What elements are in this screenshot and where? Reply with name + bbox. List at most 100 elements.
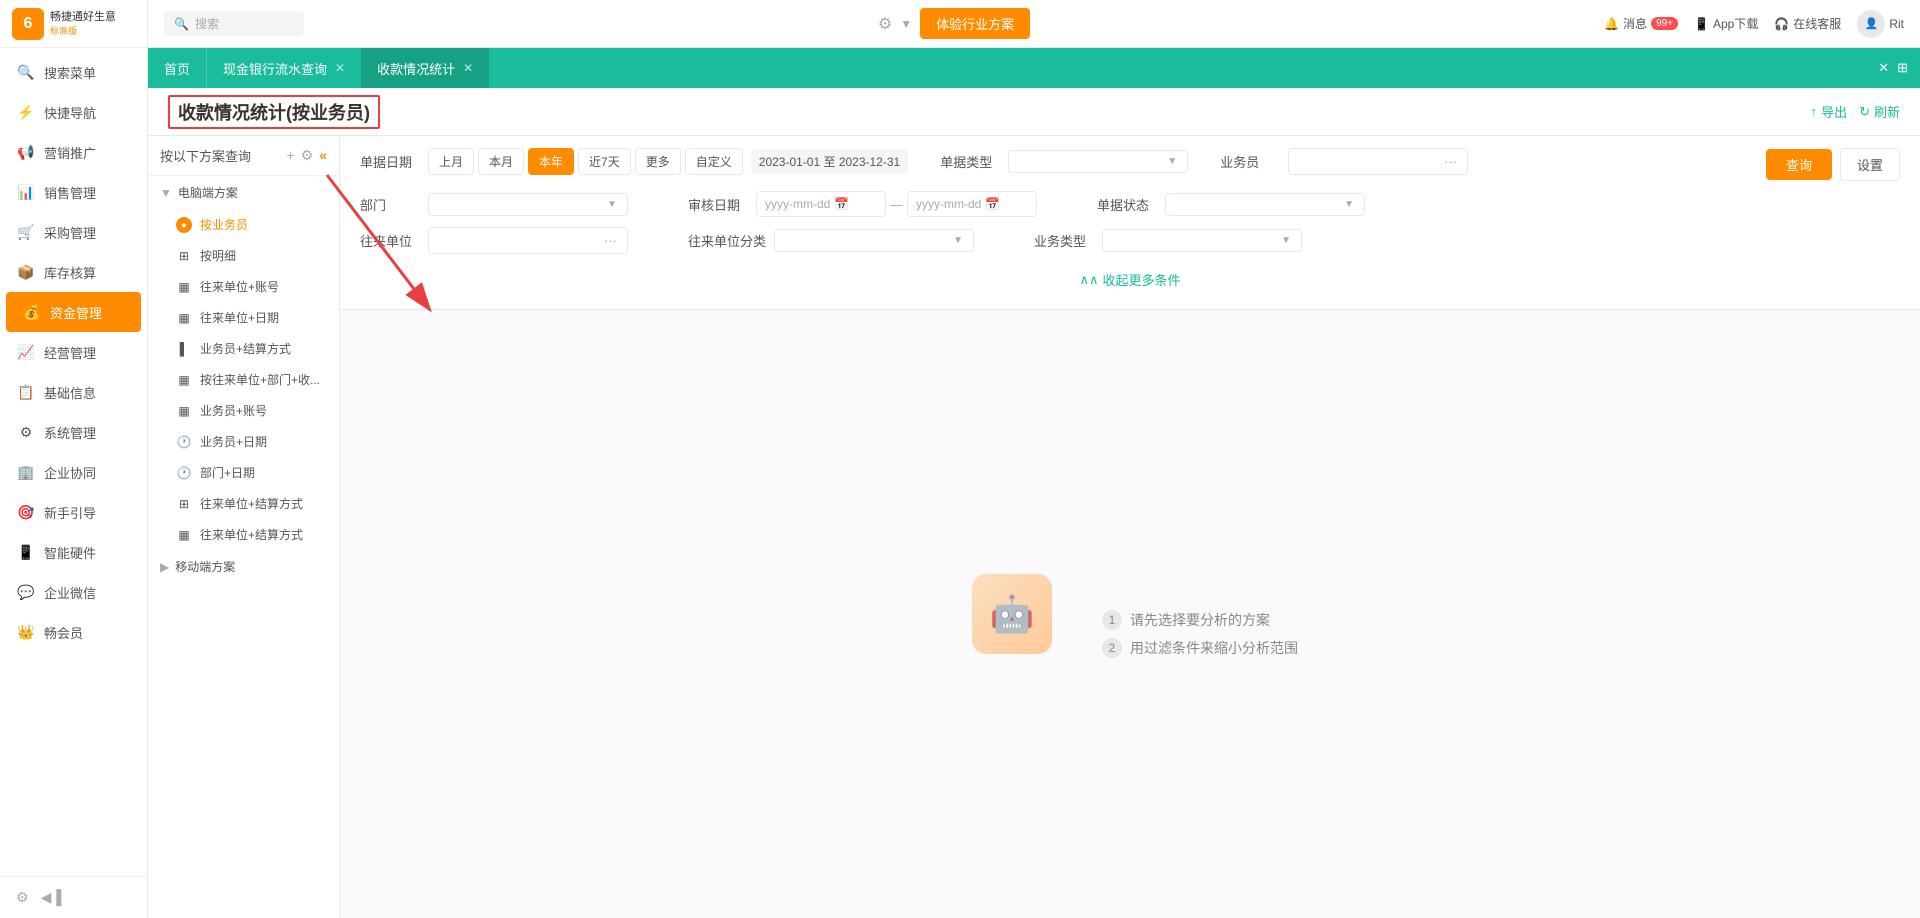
schema-item-partner-date[interactable]: ▦ 往来单位+日期	[148, 302, 339, 333]
schema-item-by-detail[interactable]: ⊞ 按明细	[148, 240, 339, 271]
date-btn-this-month[interactable]: 本月	[478, 148, 524, 175]
app-download-item[interactable]: 📱 App下载	[1694, 15, 1758, 32]
doc-status-label: 单据状态	[1097, 195, 1157, 214]
page-header: 收款情况统计(按业务员) ↑ 导出 ↻ 刷新	[148, 88, 1920, 136]
schema-item-by-salesperson[interactable]: ● 按业务员	[148, 209, 339, 240]
date-btn-custom[interactable]: 自定义	[685, 148, 743, 175]
schema-item-dept-date[interactable]: 🕐 部门+日期	[148, 457, 339, 488]
topbar-left: 🔍 搜索	[164, 11, 304, 36]
footer-settings-icon[interactable]: ⚙	[16, 889, 29, 906]
tab-bank[interactable]: 现金银行流水查询 ✕	[207, 48, 361, 88]
review-date-start[interactable]: yyyy-mm-dd 📅	[756, 191, 886, 217]
topbar-dropdown-icon[interactable]: ▼	[900, 17, 912, 31]
active-indicator: ●	[176, 217, 192, 233]
sidebar-item-wechat[interactable]: 💬 企业微信	[0, 572, 147, 612]
sidebar-item-hardware[interactable]: 📱 智能硬件	[0, 532, 147, 572]
app-download-label: App下载	[1713, 15, 1758, 32]
refresh-icon: ↻	[1859, 104, 1870, 120]
date-btn-7days[interactable]: 近7天	[578, 148, 631, 175]
empty-state-area: 🤖 1 请先选择要分析的方案 2 用过滤条件来缩小分析范围	[340, 310, 1920, 918]
schema-group-desktop-header[interactable]: ▼ 电脑端方案	[148, 176, 339, 209]
sidebar: 6 畅捷通好生意 标准版 🔍 搜索菜单 ⚡ 快捷导航 📢 营销推广 📊 销售管理…	[0, 0, 148, 918]
export-icon: ↑	[1811, 104, 1818, 119]
filter-area: 单据日期 上月 本月 本年 近7天 更多 自定义 2023-01-01 至 20…	[340, 136, 1920, 310]
tab-bank-close[interactable]: ✕	[335, 61, 345, 75]
tab-expand-icon[interactable]: ⊞	[1897, 60, 1908, 76]
add-schema-icon[interactable]: +	[286, 147, 294, 164]
schema-item-salesperson-account[interactable]: ▦ 业务员+账号	[148, 395, 339, 426]
trial-button[interactable]: 体验行业方案	[920, 8, 1030, 39]
tab-collection-close[interactable]: ✕	[463, 61, 473, 75]
review-date-end[interactable]: yyyy-mm-dd 📅	[907, 191, 1037, 217]
sidebar-item-enterprise[interactable]: 🏢 企业协同	[0, 452, 147, 492]
sidebar-item-marketing[interactable]: 📢 营销推广	[0, 132, 147, 172]
schema-item-partner-settle1[interactable]: ⊞ 往来单位+结算方式	[148, 488, 339, 519]
business-type-select[interactable]: ▼	[1102, 229, 1302, 252]
bell-icon: 🔔	[1604, 17, 1619, 31]
refresh-button[interactable]: ↻ 刷新	[1859, 102, 1900, 121]
date-btn-this-year[interactable]: 本年	[528, 148, 574, 175]
topbar-settings-icon[interactable]: ⚙	[878, 14, 892, 34]
sidebar-item-finance[interactable]: 💰 资金管理	[6, 292, 141, 332]
tabs-bar: 首页 现金银行流水查询 ✕ 收款情况统计 ✕ ✕ ⊞	[148, 48, 1920, 88]
sidebar-item-guide[interactable]: 🎯 新手引导	[0, 492, 147, 532]
review-date-group: yyyy-mm-dd 📅 — yyyy-mm-dd 📅	[756, 191, 1037, 217]
user-item[interactable]: 👤 Rit	[1857, 10, 1904, 38]
salesperson-select[interactable]: ···	[1288, 148, 1468, 175]
collapse-filters-button[interactable]: ∧∧ 收起更多条件	[1079, 262, 1180, 297]
sidebar-item-quicknav[interactable]: ⚡ 快捷导航	[0, 92, 147, 132]
sidebar-item-inventory[interactable]: 📦 库存核算	[0, 252, 147, 292]
business-type-chevron: ▼	[1281, 235, 1291, 246]
partner-select[interactable]: ···	[428, 227, 628, 254]
sidebar-item-operations[interactable]: 📈 经营管理	[0, 332, 147, 372]
partner-category-select[interactable]: ▼	[774, 229, 974, 252]
date-btn-last-month[interactable]: 上月	[428, 148, 474, 175]
sidebar-nav: 🔍 搜索菜单 ⚡ 快捷导航 📢 营销推广 📊 销售管理 🛒 采购管理 📦 库存核…	[0, 48, 147, 876]
query-button[interactable]: 查询	[1766, 149, 1832, 180]
main-area: 🔍 搜索 ⚙ ▼ 体验行业方案 🔔 消息 99+ 📱 App下载 🎧 在线客服	[148, 0, 1920, 918]
table-icon-4: ▦	[176, 403, 192, 419]
footer-collapse-icon[interactable]: ◀▐	[41, 889, 62, 906]
sidebar-item-sales[interactable]: 📊 销售管理	[0, 172, 147, 212]
settings-button[interactable]: 设置	[1840, 148, 1900, 181]
export-button[interactable]: ↑ 导出	[1811, 102, 1848, 121]
doc-type-label: 单据类型	[940, 152, 1000, 171]
salesperson-more-icon[interactable]: ···	[1444, 154, 1457, 169]
tab-collection[interactable]: 收款情况统计 ✕	[361, 48, 489, 88]
member-icon: 👑	[16, 622, 36, 642]
empty-tips: 1 请先选择要分析的方案 2 用过滤条件来缩小分析范围	[1102, 610, 1298, 658]
clock-icon-1: 🕐	[176, 434, 192, 450]
dept-select[interactable]: ▼	[428, 193, 628, 216]
left-panel: 按以下方案查询 + ⚙ « ▼ 电脑端方案 ● 按业务员	[148, 136, 340, 918]
doc-status-select[interactable]: ▼	[1165, 193, 1365, 216]
online-service-item[interactable]: 🎧 在线客服	[1774, 15, 1841, 32]
schema-settings-icon[interactable]: ⚙	[301, 147, 314, 164]
date-btn-more[interactable]: 更多	[635, 148, 681, 175]
sidebar-item-system[interactable]: ⚙ 系统管理	[0, 412, 147, 452]
schema-item-partner-settle2[interactable]: ▦ 往来单位+结算方式	[148, 519, 339, 550]
doc-type-select[interactable]: ▼	[1008, 150, 1188, 173]
schema-group-mobile-header[interactable]: ▶ 移动端方案	[148, 550, 339, 583]
sidebar-item-member[interactable]: 👑 畅会员	[0, 612, 147, 652]
schema-item-partner-dept-collect[interactable]: ▦ 按往来单位+部门+收...	[148, 364, 339, 395]
notifications-item[interactable]: 🔔 消息 99+	[1604, 15, 1678, 32]
partner-more-icon[interactable]: ···	[604, 233, 617, 248]
enterprise-icon: 🏢	[16, 462, 36, 482]
collapse-panel-icon[interactable]: «	[319, 147, 327, 164]
tab-close-all-icon[interactable]: ✕	[1878, 60, 1889, 76]
schema-item-salesperson-date[interactable]: 🕐 业务员+日期	[148, 426, 339, 457]
topbar-search[interactable]: 🔍 搜索	[164, 11, 304, 36]
left-panel-title: 按以下方案查询	[160, 146, 251, 165]
sidebar-item-purchase[interactable]: 🛒 采购管理	[0, 212, 147, 252]
logo-text: 畅捷通好生意	[50, 10, 116, 24]
chart-icon: ▌	[176, 341, 192, 357]
tab-home[interactable]: 首页	[148, 48, 207, 88]
logo-area: 6 畅捷通好生意 标准版	[0, 0, 147, 48]
schema-item-partner-account[interactable]: ▦ 往来单位+账号	[148, 271, 339, 302]
sidebar-item-basic[interactable]: 📋 基础信息	[0, 372, 147, 412]
calendar-icon-end: 📅	[985, 197, 1000, 211]
review-date-label: 审核日期	[688, 195, 748, 214]
guide-icon: 🎯	[16, 502, 36, 522]
schema-item-salesperson-settle[interactable]: ▌ 业务员+结算方式	[148, 333, 339, 364]
sidebar-item-search[interactable]: 🔍 搜索菜单	[0, 52, 147, 92]
